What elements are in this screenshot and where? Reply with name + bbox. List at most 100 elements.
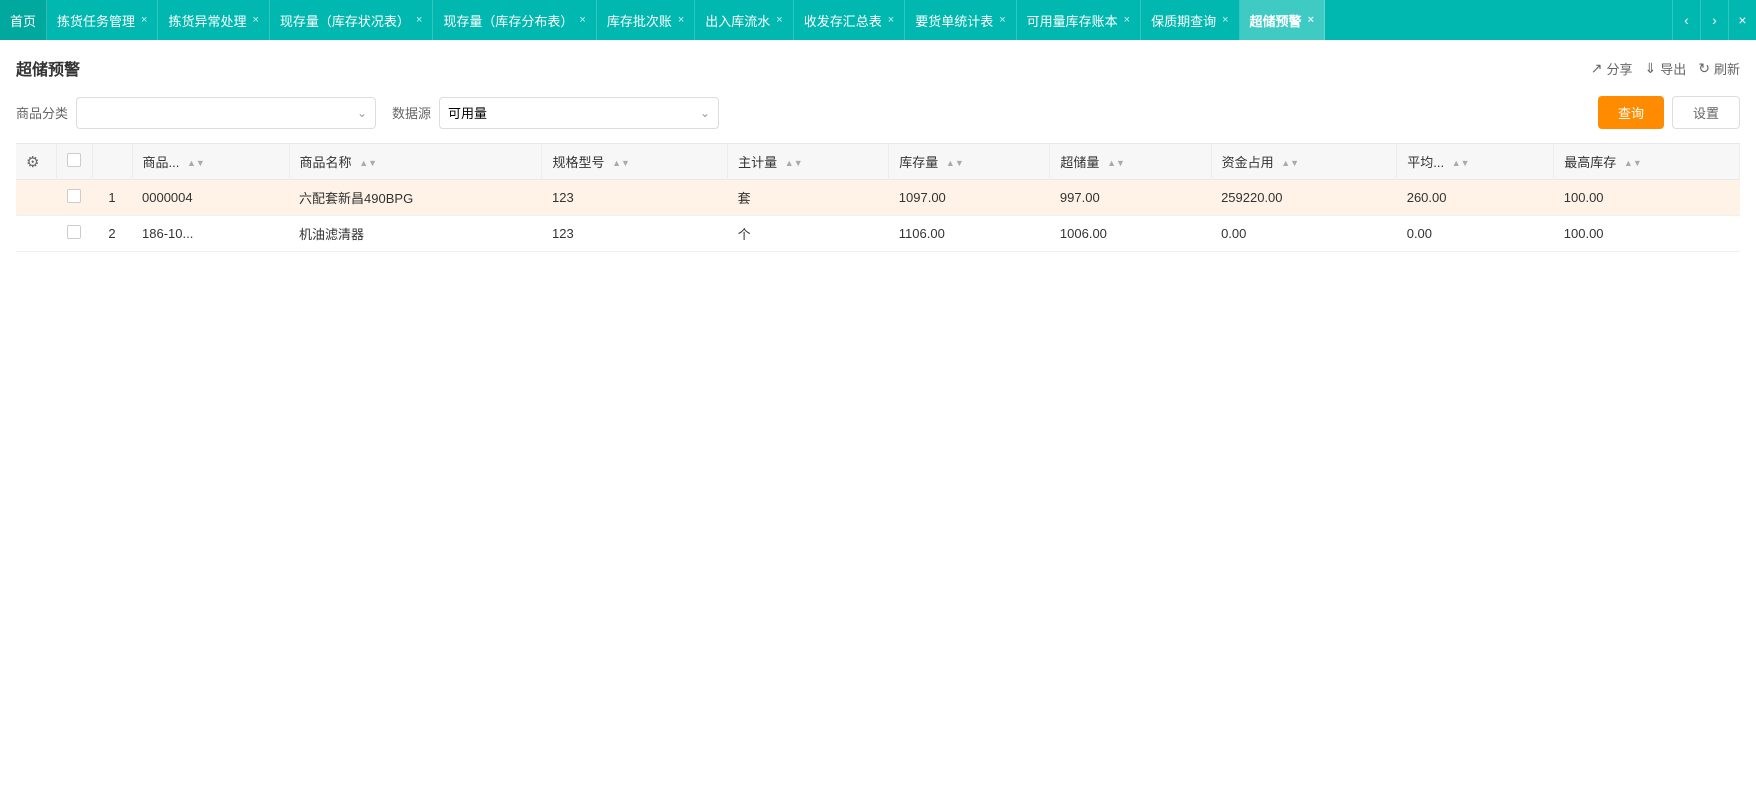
close-tab-8-icon[interactable]: × <box>999 14 1005 26</box>
filter-bar: 商品分类 ⌄ 数据源 可用量 ⌄ 查询 设置 <box>16 96 1740 129</box>
row-settings-cell <box>16 180 56 216</box>
sort-product-code-icon: ▲▼ <box>187 159 205 168</box>
nav-tab-2[interactable]: 拣货异常处理 × <box>158 0 269 40</box>
datasource-label: 数据源 <box>392 103 431 122</box>
col-header-product-code[interactable]: 商品... ▲▼ <box>132 144 289 180</box>
col-header-checkbox[interactable] <box>56 144 92 180</box>
share-button[interactable]: ↗ 分享 <box>1591 59 1633 78</box>
col-header-stock[interactable]: 库存量 ▲▼ <box>889 144 1050 180</box>
refresh-icon: ↻ <box>1698 60 1710 77</box>
row-unit: 个 <box>728 216 889 252</box>
nav-tab-7[interactable]: 收发存汇总表 × <box>794 0 905 40</box>
sort-avg-icon: ▲▼ <box>1452 159 1470 168</box>
row-max-stock: 100.00 <box>1554 180 1740 216</box>
category-filter-group: 商品分类 ⌄ <box>16 97 376 129</box>
col-header-max-stock[interactable]: 最高库存 ▲▼ <box>1554 144 1740 180</box>
table-row: 2 186-10... 机油滤清器 123 个 1106.00 1006.00 … <box>16 216 1740 252</box>
sort-capital-icon: ▲▼ <box>1281 159 1299 168</box>
col-header-settings[interactable]: ⚙ <box>16 144 56 180</box>
row-product-code: 186-10... <box>132 216 289 252</box>
col-header-product-name[interactable]: 商品名称 ▲▼ <box>289 144 542 180</box>
sort-stock-icon: ▲▼ <box>946 159 964 168</box>
datasource-select[interactable]: 可用量 ⌄ <box>439 97 719 129</box>
data-table: ⚙ 商品... ▲▼ 商品名称 ▲▼ 规格型号 ▲▼ <box>16 143 1740 252</box>
page-header: 超储预警 ↗ 分享 ⇓ 导出 ↻ 刷新 <box>16 56 1740 80</box>
nav-tab-9[interactable]: 可用量库存账本 × <box>1017 0 1141 40</box>
col-header-avg[interactable]: 平均... ▲▼ <box>1397 144 1554 180</box>
row-product-name: 六配套新昌490BPG <box>289 180 542 216</box>
row-checkbox[interactable] <box>67 225 81 239</box>
export-button[interactable]: ⇓ 导出 <box>1645 59 1687 78</box>
nav-tab-3[interactable]: 现存量（库存状况表） × <box>270 0 433 40</box>
nav-tab-home[interactable]: 首页 <box>0 0 47 40</box>
select-all-checkbox[interactable] <box>67 153 81 167</box>
sort-over-stock-icon: ▲▼ <box>1107 159 1125 168</box>
col-header-spec[interactable]: 规格型号 ▲▼ <box>542 144 728 180</box>
row-product-code: 0000004 <box>132 180 289 216</box>
nav-arrows: ‹ › × <box>1672 0 1756 40</box>
sort-product-name-icon: ▲▼ <box>359 159 377 168</box>
row-capital: 0.00 <box>1211 216 1397 252</box>
nav-tab-8[interactable]: 要货单统计表 × <box>905 0 1016 40</box>
nav-tab-10[interactable]: 保质期查询 × <box>1141 0 1239 40</box>
nav-tab-6[interactable]: 出入库流水 × <box>695 0 793 40</box>
filter-buttons: 查询 设置 <box>1598 96 1740 129</box>
header-actions: ↗ 分享 ⇓ 导出 ↻ 刷新 <box>1591 59 1740 78</box>
close-tab-9-icon[interactable]: × <box>1124 14 1130 26</box>
row-checkbox-cell[interactable] <box>56 180 92 216</box>
settings-button[interactable]: 设置 <box>1672 96 1740 129</box>
row-settings-cell <box>16 216 56 252</box>
row-spec: 123 <box>542 180 728 216</box>
row-stock: 1097.00 <box>889 180 1050 216</box>
row-over-stock: 997.00 <box>1050 180 1211 216</box>
export-icon: ⇓ <box>1645 60 1657 77</box>
nav-tab-5[interactable]: 库存批次账 × <box>597 0 695 40</box>
nav-tab-1[interactable]: 拣货任务管理 × <box>47 0 158 40</box>
sort-max-stock-icon: ▲▼ <box>1624 159 1642 168</box>
close-tab-7-icon[interactable]: × <box>888 14 894 26</box>
row-checkbox[interactable] <box>67 189 81 203</box>
close-tab-2-icon[interactable]: × <box>252 14 258 26</box>
close-tab-6-icon[interactable]: × <box>776 14 782 26</box>
table-row: 1 0000004 六配套新昌490BPG 123 套 1097.00 997.… <box>16 180 1740 216</box>
col-header-capital[interactable]: 资金占用 ▲▼ <box>1211 144 1397 180</box>
page-title: 超储预警 <box>16 56 80 80</box>
row-number: 1 <box>92 180 132 216</box>
sort-spec-icon: ▲▼ <box>612 159 630 168</box>
category-select[interactable]: ⌄ <box>76 97 376 129</box>
row-checkbox-cell[interactable] <box>56 216 92 252</box>
row-avg: 260.00 <box>1397 180 1554 216</box>
col-header-rownum <box>92 144 132 180</box>
row-product-name: 机油滤清器 <box>289 216 542 252</box>
datasource-value: 可用量 <box>448 103 487 122</box>
row-max-stock: 100.00 <box>1554 216 1740 252</box>
col-header-unit[interactable]: 主计量 ▲▼ <box>728 144 889 180</box>
query-button[interactable]: 查询 <box>1598 96 1664 129</box>
share-icon: ↗ <box>1591 60 1603 77</box>
row-unit: 套 <box>728 180 889 216</box>
nav-arrow-right[interactable]: › <box>1700 0 1728 40</box>
row-stock: 1106.00 <box>889 216 1050 252</box>
row-spec: 123 <box>542 216 728 252</box>
row-over-stock: 1006.00 <box>1050 216 1211 252</box>
close-tab-3-icon[interactable]: × <box>416 14 422 26</box>
nav-tab-11[interactable]: 超储预警 × <box>1240 0 1325 40</box>
col-header-over-stock[interactable]: 超储量 ▲▼ <box>1050 144 1211 180</box>
category-arrow-icon: ⌄ <box>357 106 367 120</box>
table-header-row: ⚙ 商品... ▲▼ 商品名称 ▲▼ 规格型号 ▲▼ <box>16 144 1740 180</box>
datasource-filter-group: 数据源 可用量 ⌄ <box>392 97 719 129</box>
nav-arrow-close[interactable]: × <box>1728 0 1756 40</box>
refresh-button[interactable]: ↻ 刷新 <box>1698 59 1740 78</box>
row-number: 2 <box>92 216 132 252</box>
close-tab-5-icon[interactable]: × <box>678 14 684 26</box>
column-settings-icon[interactable]: ⚙ <box>26 154 39 171</box>
category-label: 商品分类 <box>16 103 68 122</box>
close-tab-4-icon[interactable]: × <box>579 14 585 26</box>
close-tab-11-icon[interactable]: × <box>1308 14 1314 26</box>
nav-arrow-left[interactable]: ‹ <box>1672 0 1700 40</box>
row-avg: 0.00 <box>1397 216 1554 252</box>
close-tab-1-icon[interactable]: × <box>141 14 147 26</box>
nav-tab-4[interactable]: 现存量（库存分布表） × <box>433 0 596 40</box>
close-tab-10-icon[interactable]: × <box>1222 14 1228 26</box>
row-capital: 259220.00 <box>1211 180 1397 216</box>
